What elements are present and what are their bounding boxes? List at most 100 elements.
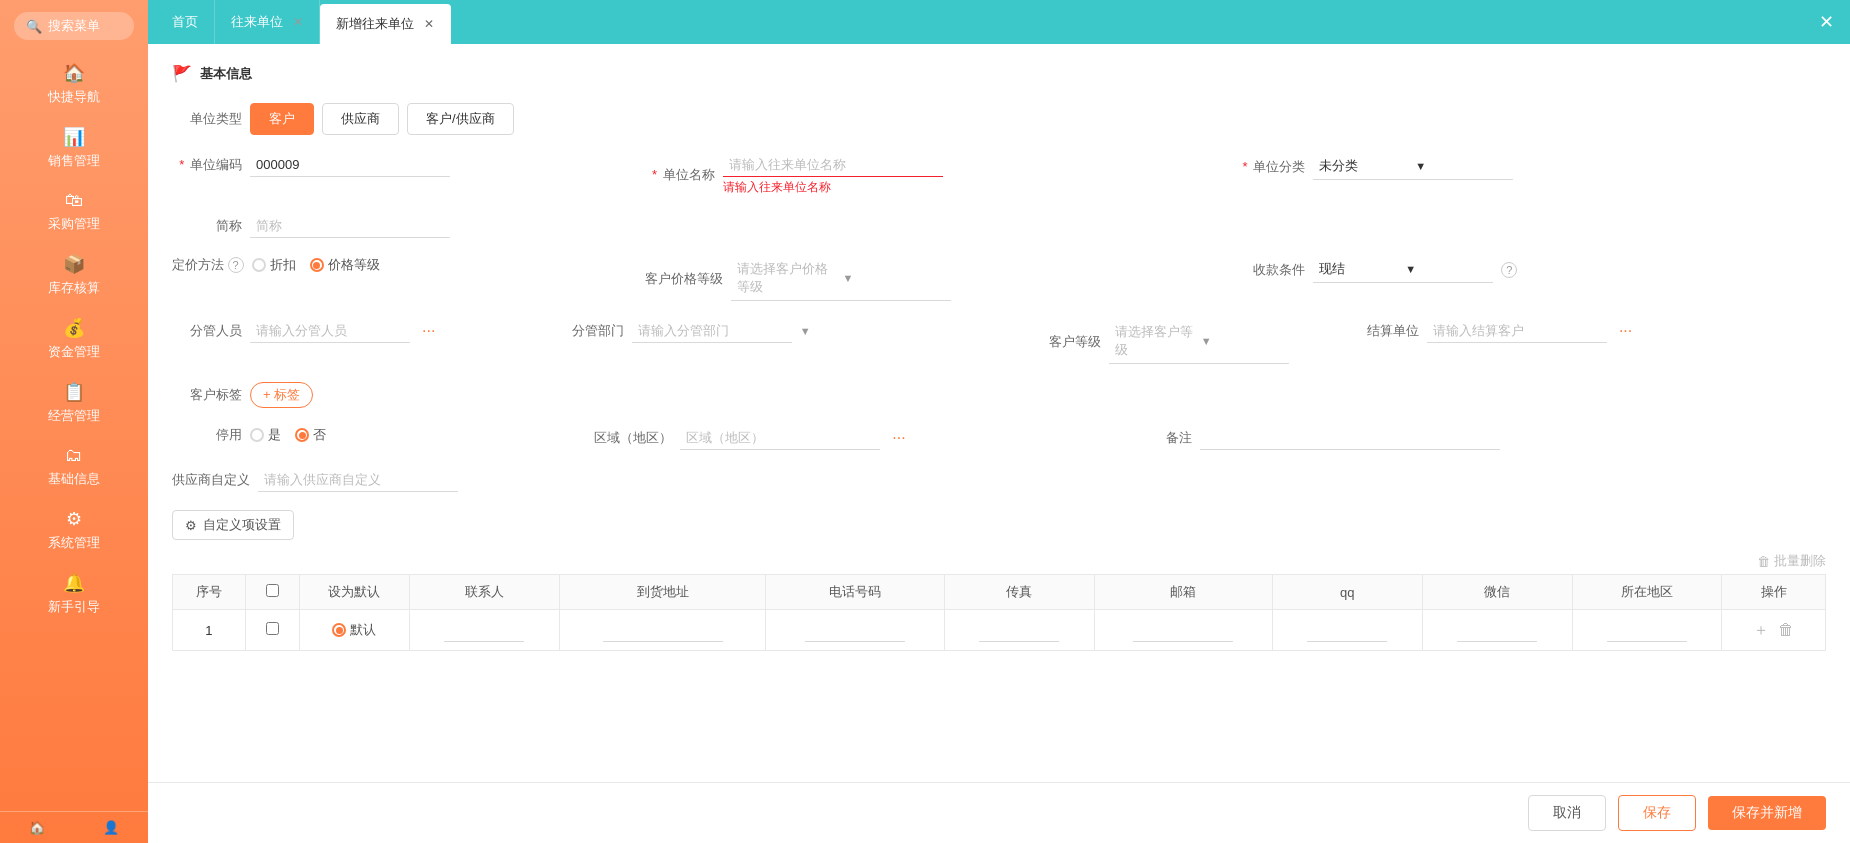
department-input[interactable] — [632, 319, 792, 343]
unit-btn-supplier[interactable]: 供应商 — [322, 103, 399, 135]
radio-disabled-no[interactable]: 否 — [295, 426, 326, 444]
alias-input[interactable] — [250, 214, 450, 238]
sidebar-item-label: 销售管理 — [48, 152, 100, 170]
search-menu-label: 搜索菜单 — [48, 17, 100, 35]
address-input[interactable] — [603, 618, 723, 642]
qq-input[interactable] — [1307, 618, 1387, 642]
unit-name-input[interactable] — [723, 153, 943, 177]
custom-settings-label: 自定义项设置 — [203, 516, 281, 534]
sidebar-item-operations[interactable]: 📋 经营管理 — [0, 371, 148, 435]
unit-type-label: 单位类型 — [172, 110, 242, 128]
unit-type-group: 客户 供应商 客户/供应商 — [250, 103, 514, 135]
table-cell-email[interactable] — [1094, 610, 1272, 651]
sidebar-item-finance[interactable]: 💰 资金管理 — [0, 307, 148, 371]
tab-new-counterpart-close[interactable]: ✕ — [424, 17, 434, 31]
table-cell-qq[interactable] — [1272, 610, 1422, 651]
guide-icon: 🔔 — [63, 572, 85, 594]
tab-home[interactable]: 首页 — [156, 0, 215, 44]
supervisor-more-icon[interactable]: ··· — [418, 322, 439, 340]
sidebar-item-sales[interactable]: 📊 销售管理 — [0, 116, 148, 180]
unit-name-error-msg: 请输入往来单位名称 — [723, 179, 1236, 196]
table-cell-wechat[interactable] — [1422, 610, 1572, 651]
wechat-input[interactable] — [1457, 618, 1537, 642]
region-more-icon[interactable]: ··· — [888, 429, 909, 447]
sidebar-item-quick-nav[interactable]: 🏠 快捷导航 — [0, 52, 148, 116]
sidebar-item-system[interactable]: ⚙ 系统管理 — [0, 498, 148, 562]
add-tag-button[interactable]: + 标签 — [250, 382, 313, 408]
payment-terms-select[interactable]: 现结 ▼ — [1313, 256, 1493, 283]
table-cell-phone[interactable] — [766, 610, 944, 651]
table-cell-address[interactable] — [559, 610, 766, 651]
disabled-radio-group: 是 否 — [250, 426, 326, 444]
sidebar-bottom-user[interactable]: 👤 — [74, 812, 148, 843]
unit-category-select[interactable]: 未分类 ▼ — [1313, 153, 1513, 180]
save-button[interactable]: 保存 — [1618, 795, 1696, 831]
unit-btn-both[interactable]: 客户/供应商 — [407, 103, 514, 135]
radio-price-level[interactable]: 价格等级 — [310, 256, 380, 274]
tab-new-counterpart[interactable]: 新增往来单位 ✕ — [320, 4, 451, 44]
unit-category-required-star: * — [1243, 159, 1248, 174]
table-header-checkbox[interactable] — [245, 575, 299, 610]
remark-input[interactable] — [1200, 426, 1500, 450]
remark-label: 备注 — [1122, 429, 1192, 447]
table-cell-index: 1 — [173, 610, 246, 651]
window-close-button[interactable]: ✕ — [1811, 11, 1842, 33]
unit-btn-customer[interactable]: 客户 — [250, 103, 314, 135]
email-input[interactable] — [1133, 618, 1233, 642]
sidebar-bottom-home[interactable]: 🏠 — [0, 812, 74, 843]
table-row-add-button[interactable]: ＋ — [1750, 620, 1772, 641]
table-cell-region[interactable] — [1572, 610, 1722, 651]
unit-category-field: * 单位分类 未分类 ▼ — [1235, 153, 1826, 180]
settlement-more-icon[interactable]: ··· — [1615, 322, 1636, 340]
fax-input[interactable] — [979, 618, 1059, 642]
batch-delete-button[interactable]: 🗑 批量删除 — [1757, 552, 1826, 570]
customer-level-select[interactable]: 请选择客户等级 ▼ — [1109, 319, 1289, 364]
save-new-button[interactable]: 保存并新增 — [1708, 796, 1826, 830]
cancel-button[interactable]: 取消 — [1528, 795, 1606, 831]
table-cell-fax[interactable] — [944, 610, 1094, 651]
settlement-input[interactable] — [1427, 319, 1607, 343]
supplier-custom-input[interactable] — [258, 468, 458, 492]
custom-settings-button[interactable]: ⚙ 自定义项设置 — [172, 510, 294, 540]
search-menu-button[interactable]: 🔍 搜索菜单 — [14, 12, 134, 40]
department-field: 分管部门 ▼ — [554, 319, 1031, 343]
tab-counterpart-close[interactable]: ✕ — [293, 15, 303, 29]
batch-delete-label: 批量删除 — [1774, 552, 1826, 570]
table-cell-checkbox[interactable] — [245, 610, 299, 651]
customer-level-placeholder: 请选择客户等级 — [1115, 323, 1197, 359]
sidebar-item-purchase[interactable]: 🛍 采购管理 — [0, 180, 148, 243]
contact-input[interactable] — [444, 618, 524, 642]
table-header-fax: 传真 — [944, 575, 1094, 610]
region-table-input[interactable] — [1607, 618, 1687, 642]
sidebar-item-label: 资金管理 — [48, 343, 100, 361]
unit-code-input[interactable] — [250, 153, 450, 177]
payment-terms-help-icon[interactable]: ? — [1501, 262, 1517, 278]
department-chevron-icon: ▼ — [800, 325, 811, 337]
table-row-checkbox[interactable] — [266, 622, 279, 635]
radio-disabled-yes[interactable]: 是 — [250, 426, 281, 444]
table-row-delete-button[interactable]: 🗑 — [1775, 621, 1797, 639]
alias-field: 简称 — [172, 214, 645, 238]
table-cell-contact[interactable] — [409, 610, 559, 651]
unit-name-input-wrap: 请输入往来单位名称 — [723, 153, 1236, 196]
sidebar-item-inventory[interactable]: 📦 库存核算 — [0, 243, 148, 307]
sidebar-item-basic-info[interactable]: 🗂 基础信息 — [0, 435, 148, 498]
radio-discount[interactable]: 折扣 — [252, 256, 296, 274]
row-default-radio[interactable]: 默认 — [312, 621, 397, 639]
sidebar-item-guide[interactable]: 🔔 新手引导 — [0, 562, 148, 626]
main-area: 首页 往来单位 ✕ 新增往来单位 ✕ ✕ 🚩 基本信息 单位类型 客户 供应商 — [148, 0, 1850, 843]
pricing-method-label: 定价方法 ? — [172, 256, 244, 274]
remark-field: 备注 — [1122, 426, 1826, 450]
table-select-all-checkbox[interactable] — [266, 584, 279, 597]
region-field: 区域（地区） ··· — [594, 426, 1122, 450]
tab-counterpart[interactable]: 往来单位 ✕ — [215, 0, 320, 44]
supervisor-row: 分管人员 ··· 分管部门 ▼ 客户等级 请选择客户等级 ▼ 结算单位 ··· — [172, 319, 1826, 364]
region-input[interactable] — [680, 426, 880, 450]
phone-input[interactable] — [805, 618, 905, 642]
alias-row: 简称 — [172, 214, 1826, 238]
pricing-help-icon[interactable]: ? — [228, 257, 244, 273]
customer-price-select[interactable]: 请选择客户价格等级 ▼ — [731, 256, 951, 301]
customer-level-chevron-icon: ▼ — [1201, 335, 1283, 347]
pricing-row: 定价方法 ? 折扣 价格等级 客户价格等级 请选择客户价 — [172, 256, 1826, 301]
supervisor-input[interactable] — [250, 319, 410, 343]
